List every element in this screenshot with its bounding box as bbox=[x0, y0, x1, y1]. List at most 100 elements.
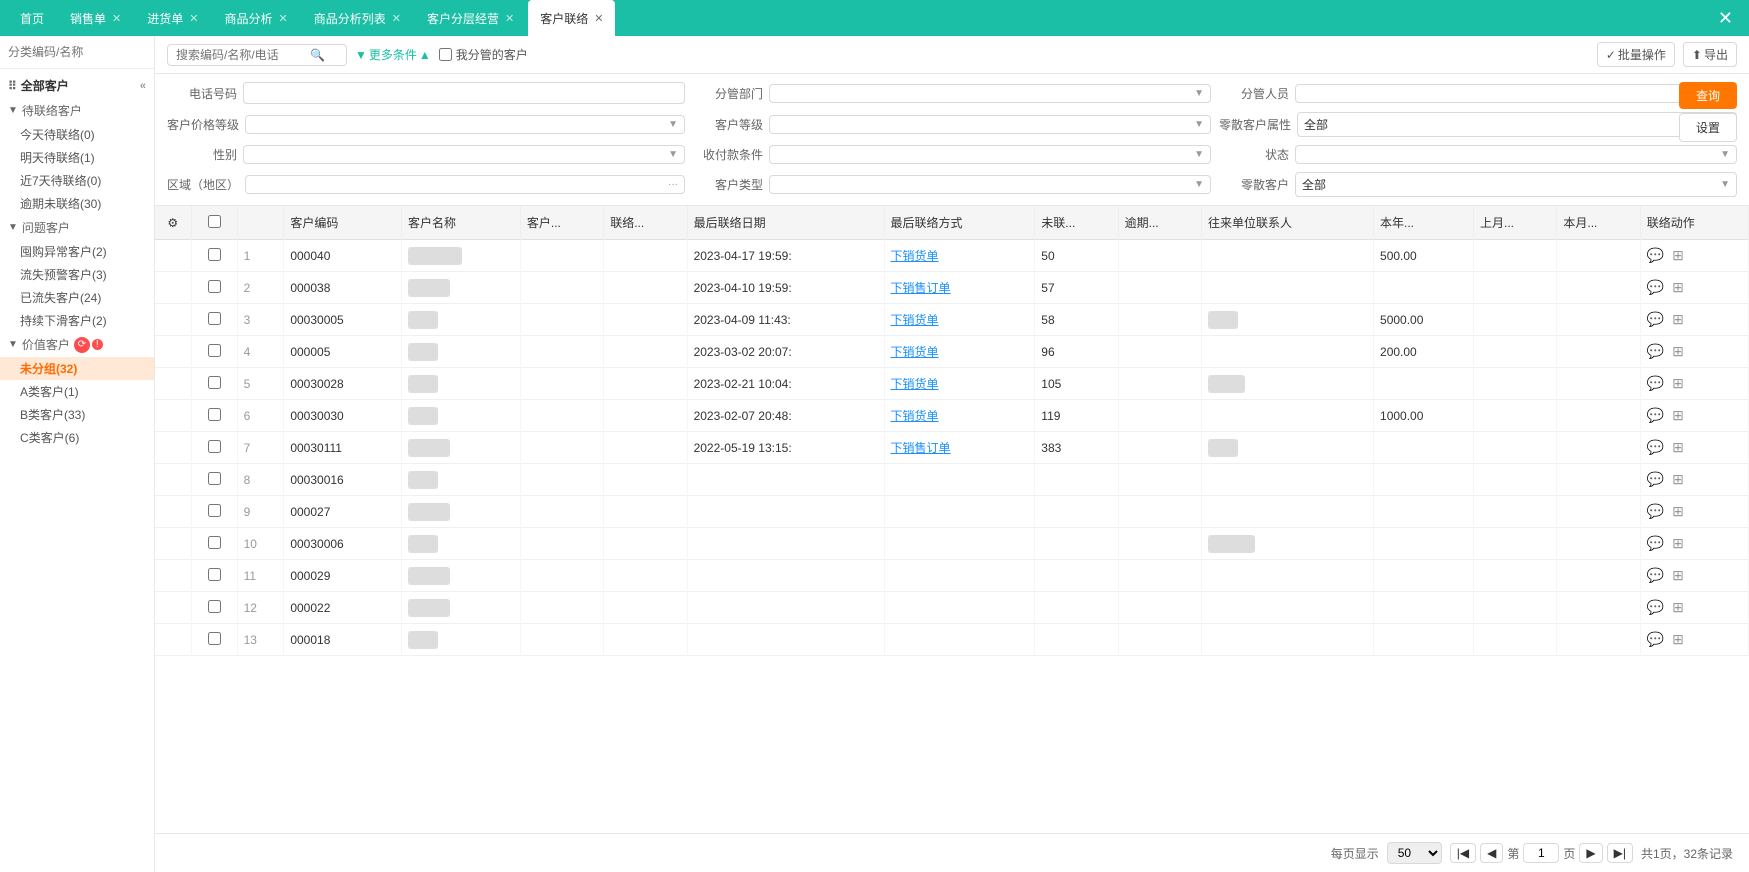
message-icon[interactable]: 💬 bbox=[1647, 599, 1664, 616]
grid-action-icon[interactable]: ⊞ bbox=[1672, 247, 1684, 264]
grid-action-icon[interactable]: ⊞ bbox=[1672, 375, 1684, 392]
retail-customer-select[interactable]: 全部 ▼ bbox=[1295, 172, 1737, 197]
grid-action-icon[interactable]: ⊞ bbox=[1672, 631, 1684, 648]
phone-input[interactable] bbox=[243, 82, 685, 104]
message-icon[interactable]: 💬 bbox=[1647, 279, 1664, 296]
grid-action-icon[interactable]: ⊞ bbox=[1672, 311, 1684, 328]
col-type[interactable]: 客户... bbox=[520, 206, 603, 240]
contact-method-link[interactable]: 下销货单 bbox=[891, 345, 939, 359]
sidebar-item-today[interactable]: 今天待联络(0) bbox=[0, 123, 154, 146]
nav-tab-analysis[interactable]: 商品分析 ✕ bbox=[212, 0, 299, 36]
sidebar-item-class-a[interactable]: A类客户(1) bbox=[0, 380, 154, 403]
contact-method-link[interactable]: 下销货单 bbox=[891, 409, 939, 423]
sidebar-all-customers[interactable]: ⠿ 全部客户 « bbox=[0, 69, 154, 98]
message-icon[interactable]: 💬 bbox=[1647, 503, 1664, 520]
grid-action-icon[interactable]: ⊞ bbox=[1672, 599, 1684, 616]
page-size-select[interactable]: 50 100 200 bbox=[1387, 842, 1442, 864]
sidebar-item-abnormal[interactable]: 囤购异常客户(2) bbox=[0, 240, 154, 263]
nav-window-close[interactable]: ✕ bbox=[1710, 8, 1741, 29]
sidebar-item-class-c[interactable]: C类客户(6) bbox=[0, 426, 154, 449]
message-icon[interactable]: 💬 bbox=[1647, 343, 1664, 360]
my-customers-check[interactable] bbox=[439, 48, 452, 61]
cell-last-method[interactable]: 下销售订单 bbox=[884, 432, 1035, 464]
message-icon[interactable]: 💬 bbox=[1647, 567, 1664, 584]
row-checkbox[interactable] bbox=[208, 376, 221, 389]
contact-method-link[interactable]: 下销货单 bbox=[891, 249, 939, 263]
row-checkbox[interactable] bbox=[208, 568, 221, 581]
customer-type-select[interactable]: ▼ bbox=[769, 175, 1211, 194]
row-checkbox[interactable] bbox=[208, 504, 221, 517]
sidebar-group-pending[interactable]: ▼ 待联络客户 bbox=[0, 98, 154, 123]
col-settings[interactable]: ⚙ bbox=[155, 206, 191, 240]
col-this-year[interactable]: 本年... bbox=[1374, 206, 1474, 240]
col-no-contact[interactable]: 未联... bbox=[1035, 206, 1118, 240]
dept-select[interactable]: ▼ bbox=[769, 84, 1211, 103]
message-icon[interactable]: 💬 bbox=[1647, 375, 1664, 392]
more-conditions-btn[interactable]: ▼ 更多条件 ▲ bbox=[355, 46, 431, 63]
grid-action-icon[interactable]: ⊞ bbox=[1672, 343, 1684, 360]
sidebar-item-7days[interactable]: 近7天待联络(0) bbox=[0, 169, 154, 192]
query-btn[interactable]: 查询 bbox=[1679, 82, 1737, 109]
sidebar-item-ungrouped[interactable]: 未分组(32) bbox=[0, 357, 154, 380]
sidebar-item-churn-warning[interactable]: 流失预警客户(3) bbox=[0, 263, 154, 286]
search-icon[interactable]: 🔍 bbox=[310, 48, 325, 62]
row-checkbox[interactable] bbox=[208, 600, 221, 613]
page-input[interactable] bbox=[1523, 843, 1559, 863]
reset-btn[interactable]: 设置 bbox=[1679, 113, 1737, 142]
row-checkbox[interactable] bbox=[208, 632, 221, 645]
customer-level-select[interactable]: ▼ bbox=[769, 115, 1211, 134]
cell-checkbox[interactable] bbox=[191, 560, 237, 592]
nav-tab-home[interactable]: 首页 bbox=[8, 0, 56, 36]
nav-tab-purchase[interactable]: 进货单 ✕ bbox=[135, 0, 210, 36]
contact-method-link[interactable]: 下销售订单 bbox=[891, 441, 951, 455]
nav-tab-customer-contact[interactable]: 客户联络 ✕ bbox=[528, 0, 615, 36]
row-checkbox[interactable] bbox=[208, 312, 221, 325]
price-level-select[interactable]: ▼ bbox=[245, 115, 685, 134]
nav-tab-purchase-close[interactable]: ✕ bbox=[189, 12, 198, 25]
col-code[interactable]: 客户编码 bbox=[284, 206, 402, 240]
payment-select[interactable]: ▼ bbox=[769, 145, 1211, 164]
col-last-month[interactable]: 上月... bbox=[1474, 206, 1557, 240]
first-page-btn[interactable]: |◀ bbox=[1450, 843, 1476, 863]
grid-action-icon[interactable]: ⊞ bbox=[1672, 535, 1684, 552]
col-contacts[interactable]: 往来单位联系人 bbox=[1202, 206, 1374, 240]
col-this-month[interactable]: 本月... bbox=[1557, 206, 1640, 240]
cell-checkbox[interactable] bbox=[191, 240, 237, 272]
grid-action-icon[interactable]: ⊞ bbox=[1672, 471, 1684, 488]
cell-last-method[interactable]: 下销货单 bbox=[884, 400, 1035, 432]
cell-last-method[interactable]: 下销货单 bbox=[884, 240, 1035, 272]
message-icon[interactable]: 💬 bbox=[1647, 471, 1664, 488]
message-icon[interactable]: 💬 bbox=[1647, 631, 1664, 648]
grid-action-icon[interactable]: ⊞ bbox=[1672, 439, 1684, 456]
message-icon[interactable]: 💬 bbox=[1647, 407, 1664, 424]
staff-select[interactable]: ··· bbox=[1295, 84, 1737, 103]
export-btn[interactable]: ⬆ 导出 bbox=[1683, 42, 1737, 67]
contact-method-link[interactable]: 下销售订单 bbox=[891, 281, 951, 295]
row-checkbox[interactable] bbox=[208, 344, 221, 357]
col-contact[interactable]: 联络... bbox=[604, 206, 687, 240]
cell-checkbox[interactable] bbox=[191, 336, 237, 368]
grid-action-icon[interactable]: ⊞ bbox=[1672, 407, 1684, 424]
cell-last-method[interactable]: 下销货单 bbox=[884, 304, 1035, 336]
cell-checkbox[interactable] bbox=[191, 496, 237, 528]
message-icon[interactable]: 💬 bbox=[1647, 311, 1664, 328]
row-checkbox[interactable] bbox=[208, 248, 221, 261]
cell-checkbox[interactable] bbox=[191, 432, 237, 464]
cell-checkbox[interactable] bbox=[191, 528, 237, 560]
row-checkbox[interactable] bbox=[208, 472, 221, 485]
message-icon[interactable]: 💬 bbox=[1647, 535, 1664, 552]
sidebar-item-churned[interactable]: 已流失客户(24) bbox=[0, 286, 154, 309]
nav-tab-customer-segment-close[interactable]: ✕ bbox=[505, 12, 514, 25]
cell-checkbox[interactable] bbox=[191, 272, 237, 304]
last-page-btn[interactable]: ▶| bbox=[1607, 843, 1633, 863]
cell-last-method[interactable]: 下销货单 bbox=[884, 368, 1035, 400]
col-name[interactable]: 客户名称 bbox=[402, 206, 521, 240]
status-select[interactable]: ▼ bbox=[1295, 145, 1737, 164]
prev-page-btn[interactable]: ◀ bbox=[1480, 843, 1503, 863]
row-checkbox[interactable] bbox=[208, 280, 221, 293]
contact-method-link[interactable]: 下销货单 bbox=[891, 377, 939, 391]
sidebar-search-input[interactable] bbox=[8, 45, 155, 59]
sidebar-group-problem[interactable]: ▼ 问题客户 bbox=[0, 215, 154, 240]
cell-checkbox[interactable] bbox=[191, 368, 237, 400]
col-overdue[interactable]: 逾期... bbox=[1118, 206, 1201, 240]
